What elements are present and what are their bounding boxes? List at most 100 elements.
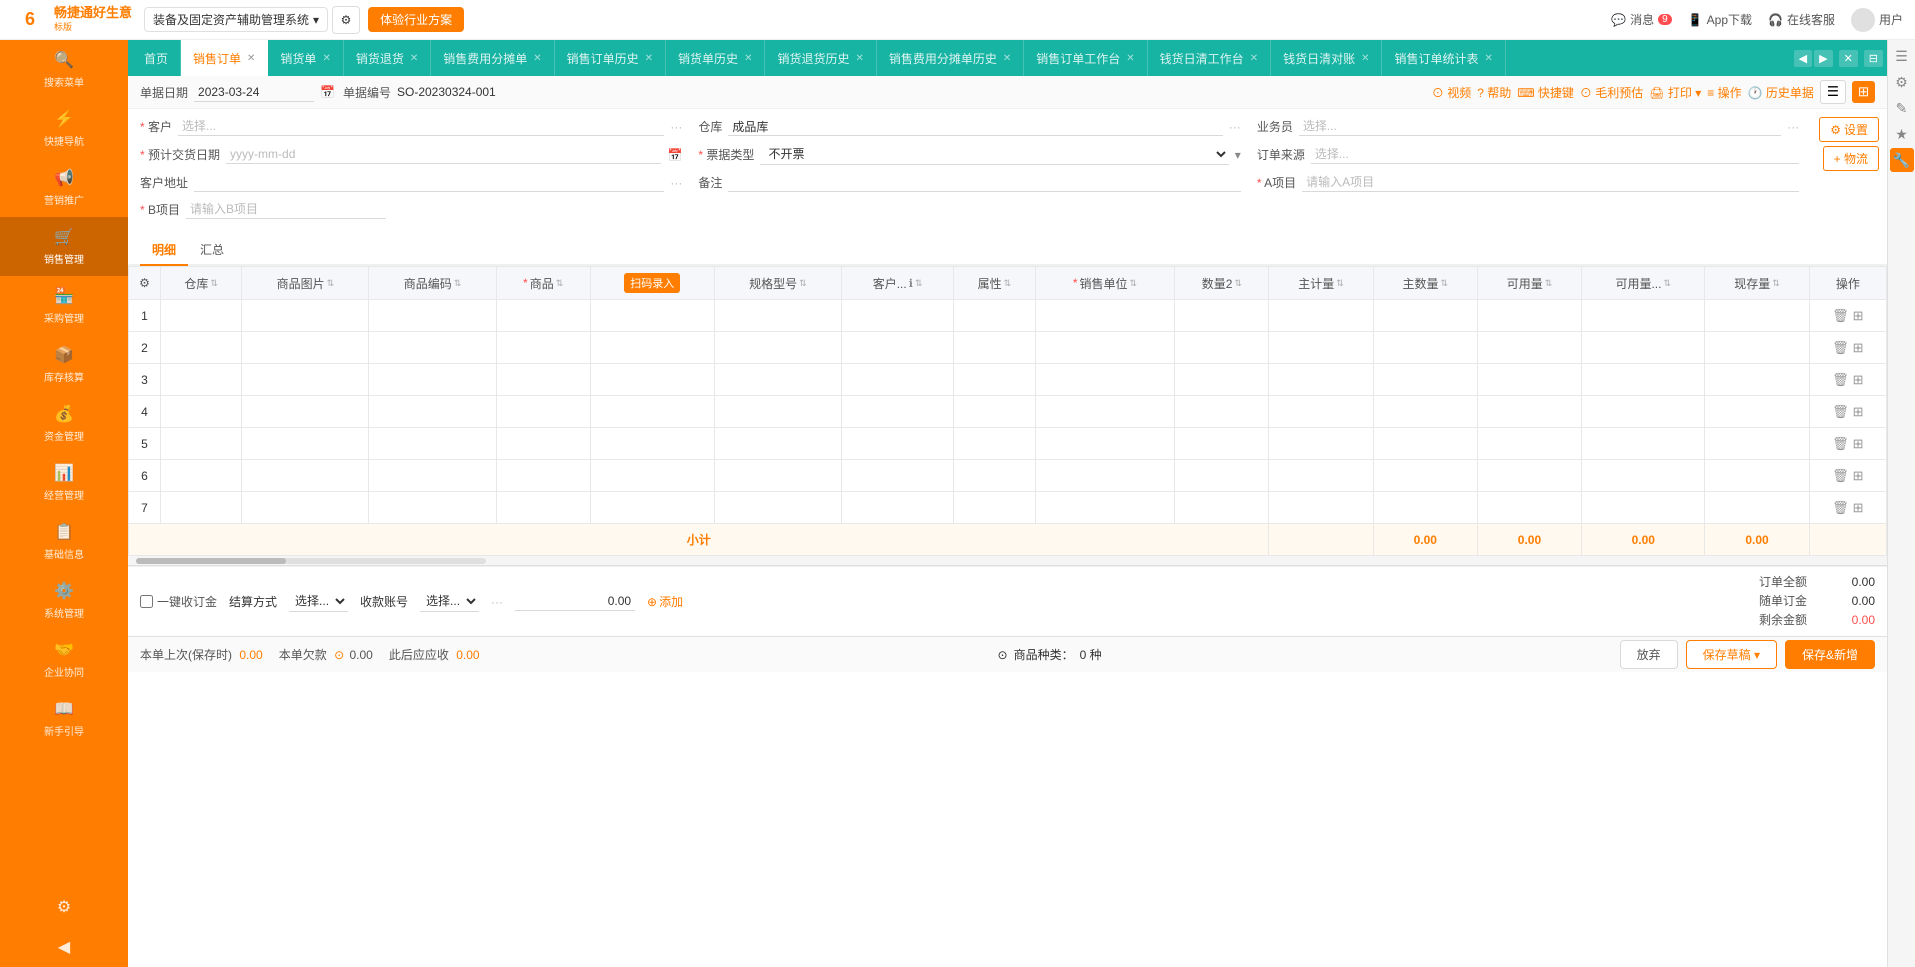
row-code-2[interactable]	[369, 364, 496, 396]
row-copy-icon-6[interactable]: ⊞	[1853, 500, 1864, 516]
row-unit-1[interactable]	[1035, 332, 1175, 364]
project-b-input[interactable]	[186, 200, 386, 219]
sort-avail2-icon[interactable]: ⇅	[1663, 278, 1671, 289]
nav-tab-12[interactable]: 销售订单统计表✕	[1382, 40, 1505, 76]
right-panel-edit-icon[interactable]: ✎	[1890, 96, 1914, 120]
sort-unit-icon[interactable]: ⇅	[1130, 278, 1138, 289]
grid-view-btn[interactable]: ☰	[1820, 80, 1846, 104]
row-product-0[interactable]	[496, 300, 590, 332]
nav-tab-9[interactable]: 销售订单工作台✕	[1024, 40, 1147, 76]
tab-close-9[interactable]: ✕	[1126, 53, 1134, 64]
profit-btn[interactable]: ⊙ 毛利预估	[1580, 84, 1643, 101]
row-code-5[interactable]	[369, 460, 496, 492]
row-warehouse-1[interactable]	[161, 332, 242, 364]
row-qty2-3[interactable]	[1175, 396, 1269, 428]
sort-image-icon[interactable]: ⇅	[327, 278, 335, 289]
detail-tab-0[interactable]: 明细	[140, 235, 188, 266]
row-main-qty-5[interactable]	[1373, 460, 1477, 492]
sidebar-item-1[interactable]: ⚡快捷导航	[0, 99, 128, 158]
row-qty2-0[interactable]	[1175, 300, 1269, 332]
row-warehouse-4[interactable]	[161, 428, 242, 460]
delivery-date-input[interactable]	[226, 145, 661, 164]
system-selector[interactable]: 装备及固定资产辅助管理系统 ▾	[144, 7, 328, 32]
row-customer-code-2[interactable]	[841, 364, 953, 396]
th-settings[interactable]: ⚙	[129, 267, 161, 300]
nav-tab-5[interactable]: 销售订单历史✕	[555, 40, 666, 76]
row-code-4[interactable]	[369, 428, 496, 460]
nav-tab-7[interactable]: 销货退货历史✕	[765, 40, 876, 76]
row-spec-2[interactable]	[714, 364, 841, 396]
row-customer-code-3[interactable]	[841, 396, 953, 428]
row-product-6[interactable]	[496, 492, 590, 524]
row-spec-0[interactable]	[714, 300, 841, 332]
sort-main-unit-icon[interactable]: ⇅	[1336, 278, 1344, 289]
sort-warehouse-icon[interactable]: ⇅	[210, 278, 218, 289]
tab-menu-btn[interactable]: ⊟	[1864, 50, 1883, 67]
customer-more[interactable]: ···	[670, 120, 682, 134]
nav-tab-1[interactable]: 销售订单✕	[181, 40, 268, 76]
nav-tab-11[interactable]: 钱货日清对账✕	[1271, 40, 1382, 76]
row-main-qty-1[interactable]	[1373, 332, 1477, 364]
sidebar-item-11[interactable]: 📖新手引导	[0, 689, 128, 748]
discard-btn[interactable]: 放弃	[1620, 640, 1678, 669]
warehouse-more[interactable]: ···	[1229, 120, 1241, 134]
row-customer-code-0[interactable]	[841, 300, 953, 332]
sidebar-item-collapse[interactable]: ◀	[0, 927, 128, 967]
calendar-icon[interactable]: 📅	[320, 85, 335, 99]
row-main-qty-2[interactable]	[1373, 364, 1477, 396]
nav-tab-0[interactable]: 首页	[132, 40, 181, 76]
settings-col-icon[interactable]: ⚙	[139, 276, 150, 290]
row-product-2[interactable]	[496, 364, 590, 396]
row-customer-code-6[interactable]	[841, 492, 953, 524]
tab-close-8[interactable]: ✕	[1003, 53, 1011, 64]
message-btn[interactable]: 💬 消息 9	[1611, 11, 1672, 28]
tab-close-6[interactable]: ✕	[744, 53, 752, 64]
customer-code-info-icon[interactable]: ℹ	[909, 277, 913, 290]
row-delete-icon-1[interactable]: 🗑	[1832, 340, 1849, 356]
row-qty2-6[interactable]	[1175, 492, 1269, 524]
address-input[interactable]	[194, 173, 664, 192]
sidebar-item-2[interactable]: 📢营销推广	[0, 158, 128, 217]
row-attr-6[interactable]	[954, 492, 1035, 524]
delivery-calendar-icon[interactable]: 📅	[667, 148, 682, 162]
row-copy-icon-3[interactable]: ⊞	[1853, 404, 1864, 420]
tab-close-12[interactable]: ✕	[1485, 53, 1493, 64]
sort-qty2-icon[interactable]: ⇅	[1234, 278, 1242, 289]
tab-close-1[interactable]: ✕	[247, 53, 255, 64]
right-panel-star-icon[interactable]: ★	[1890, 122, 1914, 146]
row-warehouse-0[interactable]	[161, 300, 242, 332]
row-copy-icon-2[interactable]: ⊞	[1853, 372, 1864, 388]
warehouse-input[interactable]	[728, 117, 1222, 136]
row-product-3[interactable]	[496, 396, 590, 428]
account-more-btn[interactable]: ···	[491, 595, 503, 609]
history-btn[interactable]: 🕐 历史单据	[1748, 84, 1814, 101]
row-unit-3[interactable]	[1035, 396, 1175, 428]
row-attr-4[interactable]	[954, 428, 1035, 460]
address-more[interactable]: ···	[670, 176, 682, 190]
staff-input[interactable]	[1299, 117, 1781, 136]
nav-tab-3[interactable]: 销货退货✕	[344, 40, 431, 76]
row-unit-2[interactable]	[1035, 364, 1175, 396]
add-payment-btn[interactable]: ⊕ 添加	[647, 593, 683, 610]
sidebar-item-9[interactable]: ⚙️系统管理	[0, 571, 128, 630]
row-unit-5[interactable]	[1035, 460, 1175, 492]
add-material-btn[interactable]: + 物流	[1823, 146, 1879, 171]
row-spec-5[interactable]	[714, 460, 841, 492]
tab-close-2[interactable]: ✕	[322, 53, 330, 64]
sort-main-qty-icon[interactable]: ⇅	[1441, 278, 1449, 289]
row-attr-5[interactable]	[954, 460, 1035, 492]
sidebar-item-10[interactable]: 🤝企业协同	[0, 630, 128, 689]
row-customer-code-5[interactable]	[841, 460, 953, 492]
sidebar-item-4[interactable]: 🏪采购管理	[0, 276, 128, 335]
sort-attr-icon[interactable]: ⇅	[1004, 278, 1012, 289]
row-warehouse-6[interactable]	[161, 492, 242, 524]
sidebar-item-7[interactable]: 📊经营管理	[0, 453, 128, 512]
sort-product-icon[interactable]: ⇅	[556, 278, 564, 289]
industry-btn[interactable]: 体验行业方案	[368, 7, 464, 32]
tab-close-4[interactable]: ✕	[533, 53, 541, 64]
tab-close-3[interactable]: ✕	[410, 53, 418, 64]
row-spec-3[interactable]	[714, 396, 841, 428]
row-spec-1[interactable]	[714, 332, 841, 364]
remark-input[interactable]	[728, 173, 1240, 192]
row-warehouse-3[interactable]	[161, 396, 242, 428]
